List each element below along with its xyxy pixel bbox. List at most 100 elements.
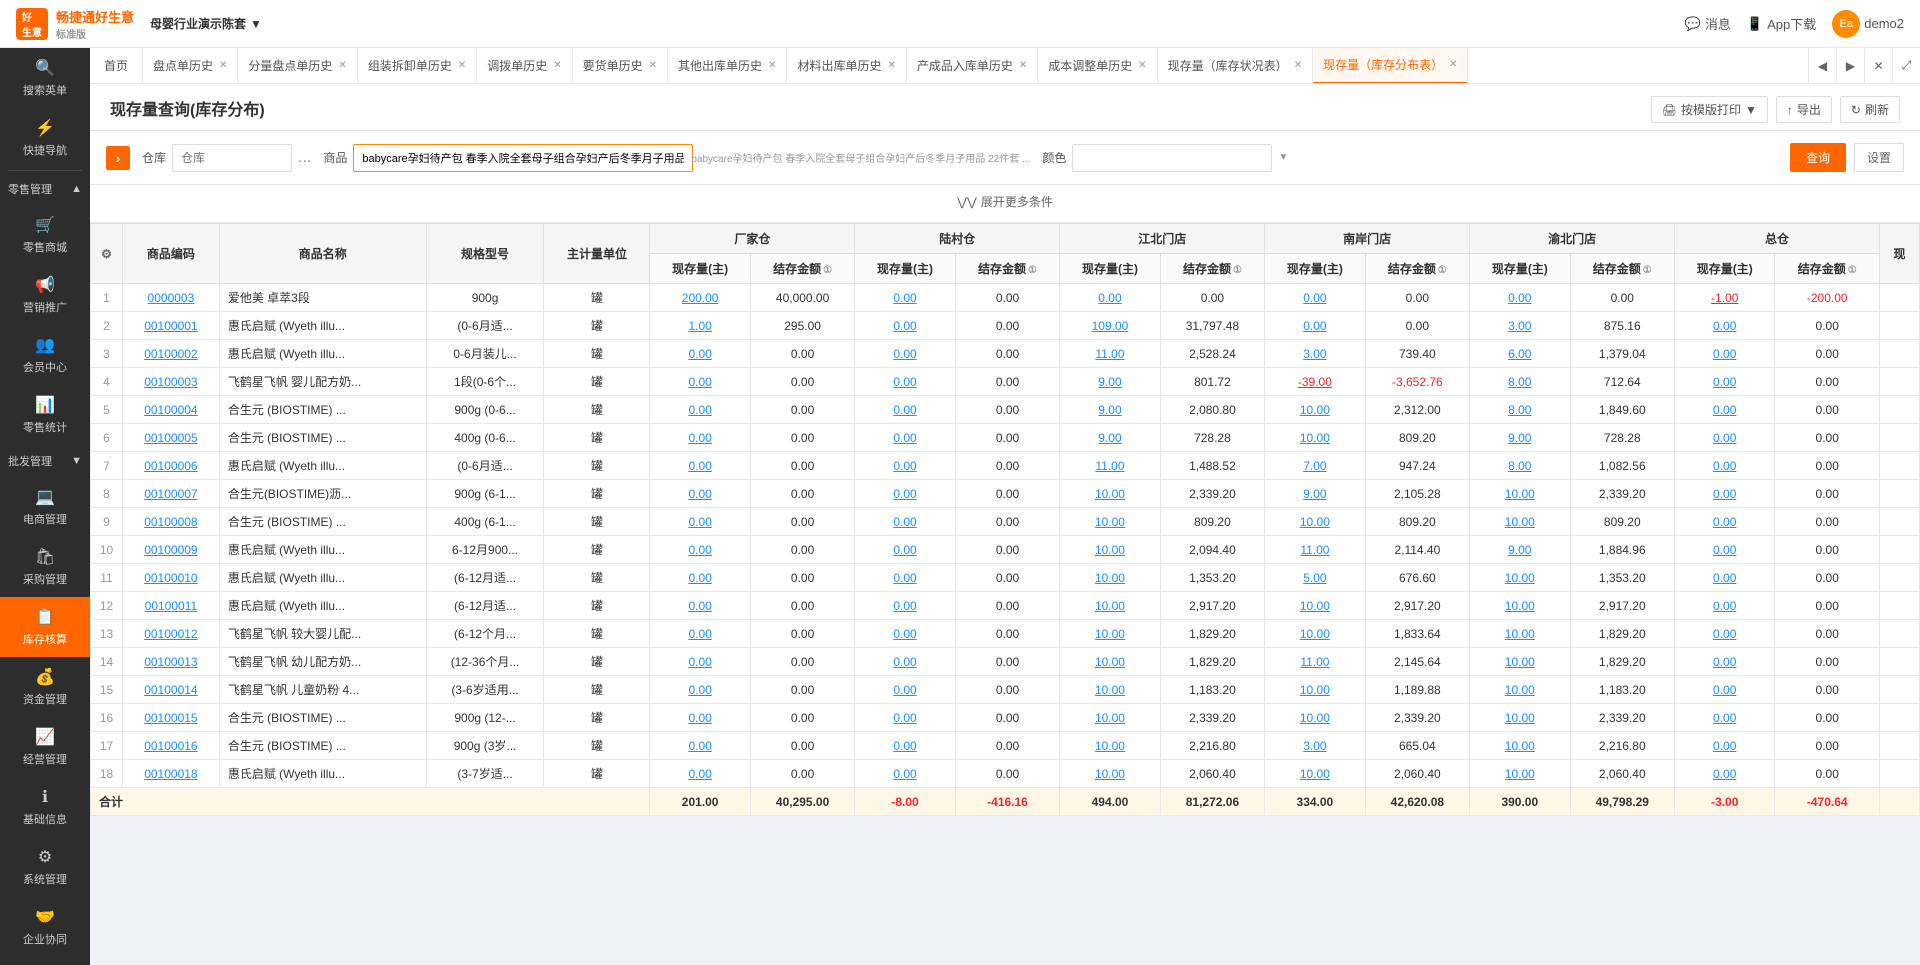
row-yb-qty: 8.00 [1470,396,1570,424]
sidebar-item-retail-stat[interactable]: 📊 零售统计 [0,385,90,445]
code-link[interactable]: 0000003 [148,291,195,305]
tab-close-transfer[interactable]: ✕ [553,60,561,71]
row-unit: 罐 [544,340,650,368]
row-lc-qty: 0.00 [855,732,955,760]
expand-more-btn[interactable]: ⋁⋁ 展开更多条件 [106,189,1904,214]
code-link[interactable]: 00100018 [144,767,197,781]
enterprise-collab-icon: 🤝 [35,907,55,927]
color-input[interactable] [1072,144,1272,172]
code-link[interactable]: 00100011 [145,599,198,613]
lc-amt-info: ① [1028,265,1037,276]
row-yb-qty: 10.00 [1470,480,1570,508]
row-na-amt: 947.24 [1365,452,1470,480]
tab-transfer[interactable]: 调拨单历史 ✕ [477,48,572,84]
tab-close-inventory-dist[interactable]: ✕ [338,60,346,71]
tab-other-out[interactable]: 其他出库单历史 ✕ [668,48,787,84]
sidebar-item-enterprise-collab[interactable]: 🤝 企业协同 [0,897,90,957]
code-link[interactable]: 00100014 [144,683,197,697]
tab-close-all-btn[interactable]: ✕ [1864,48,1892,84]
sidebar-item-finance[interactable]: 💰 资金管理 [0,657,90,717]
settings-btn[interactable]: 设置 [1854,143,1904,172]
tab-cost-adjust[interactable]: 成本调整单历史 ✕ [1038,48,1157,84]
code-link[interactable]: 00100004 [144,403,197,417]
tab-material-out[interactable]: 材料出库单历史 ✕ [787,48,906,84]
row-code: 00100011 [123,592,220,620]
row-fc-amt: 0.00 [750,732,855,760]
user-profile[interactable]: Ea demo2 [1832,10,1904,38]
query-btn[interactable]: 查询 [1790,143,1846,172]
refresh-btn[interactable]: ↻ 刷新 [1840,96,1900,123]
code-link[interactable]: 00100002 [144,347,197,361]
sidebar-item-basic-info[interactable]: ℹ 基础信息 [0,777,90,837]
tab-prev-btn[interactable]: ◀ [1808,48,1836,84]
tab-close-material-out[interactable]: ✕ [887,60,895,71]
gear-icon[interactable]: ⚙ [101,247,112,261]
filter-expand-btn[interactable]: › [106,146,130,170]
tab-close-stock-status[interactable]: ✕ [1294,60,1302,71]
row-na-amt: 2,060.40 [1365,760,1470,788]
code-link[interactable]: 00100006 [144,459,197,473]
row-na-qty: 0.00 [1265,312,1365,340]
row-fc-qty: 0.00 [650,760,750,788]
code-link[interactable]: 00100003 [144,375,197,389]
row-extra [1879,760,1919,788]
tab-inventory-single[interactable]: 盘点单历史 ✕ [143,48,238,84]
sidebar-item-marketing[interactable]: 📢 营销推广 [0,265,90,325]
code-link[interactable]: 00100001 [144,319,197,333]
warehouse-ellipsis: ... [298,149,311,167]
code-link[interactable]: 00100005 [144,431,197,445]
tab-expand-btn[interactable]: ⤢ [1892,48,1920,84]
sidebar-item-member[interactable]: 👥 会员中心 [0,325,90,385]
row-fc-amt: 295.00 [750,312,855,340]
tab-stock-status[interactable]: 现存量（库存状况表） ✕ [1158,48,1313,84]
sidebar-item-wholesale[interactable]: 批发管理 ▼ [0,445,90,477]
tab-home[interactable]: 首页 [90,48,143,84]
sidebar-item-operations[interactable]: 📈 经营管理 [0,717,90,777]
top-bar: 好生意 畅捷通好生意 标准版 母婴行业演示陈套 ▼ 💬 消息 📱 App下载 E… [0,0,1920,48]
sidebar-item-inventory[interactable]: 📋 库存核算 [0,597,90,657]
code-link[interactable]: 00100007 [144,487,197,501]
warehouse-input[interactable] [172,144,292,172]
sidebar-item-system[interactable]: ⚙ 系统管理 [0,837,90,897]
sidebar-item-purchase[interactable]: 🛍 采购管理 [0,537,90,597]
tab-next-btn[interactable]: ▶ [1836,48,1864,84]
tab-close-product-in[interactable]: ✕ [1019,60,1027,71]
code-link[interactable]: 00100015 [144,711,197,725]
message-btn[interactable]: 💬 消息 [1685,14,1731,33]
row-yb-amt: 1,829.20 [1570,620,1675,648]
tab-close-purchase-order[interactable]: ✕ [649,60,657,71]
row-spec: (0-6月适... [426,312,544,340]
code-link[interactable]: 00100016 [144,739,197,753]
tab-close-other-out[interactable]: ✕ [768,60,776,71]
sidebar-item-search[interactable]: 🔍 搜索英单 [0,48,90,108]
print-btn[interactable]: 🖨 按模版打印 ▼ [1651,96,1768,123]
row-jb-qty: 0.00 [1060,284,1160,312]
company-selector[interactable]: 母婴行业演示陈套 ▼ [150,15,262,32]
sidebar-item-ecommerce[interactable]: 💻 电商管理 [0,477,90,537]
sidebar-item-retail-mgmt[interactable]: 零售管理 ▲ [0,173,90,205]
tab-close-inventory-single[interactable]: ✕ [219,60,227,71]
row-jb-amt: 801.72 [1160,368,1265,396]
sidebar-item-retail-shop[interactable]: 🛒 零售商城 [0,205,90,265]
goods-input[interactable] [353,144,693,172]
code-link[interactable]: 00100012 [144,627,197,641]
sidebar-item-quick-nav[interactable]: ⚡ 快捷导航 [0,108,90,168]
tab-close-cost-adjust[interactable]: ✕ [1138,60,1146,71]
export-btn[interactable]: ↑ 导出 [1776,96,1832,123]
code-link[interactable]: 00100009 [144,543,197,557]
tab-inventory-dist[interactable]: 分量盘点单历史 ✕ [238,48,357,84]
row-extra [1879,704,1919,732]
code-link[interactable]: 00100010 [144,571,197,585]
tab-close-assemble[interactable]: ✕ [458,60,466,71]
code-link[interactable]: 00100013 [144,655,197,669]
tab-close-stock-dist[interactable]: ✕ [1449,59,1457,70]
system-icon: ⚙ [38,847,52,867]
tab-product-in[interactable]: 产成品入库单历史 ✕ [907,48,1038,84]
filter-area: › 仓库 ... 商品 babycare孕妇待产包 春季入院全套母子组合孕妇产后… [90,131,1920,185]
sidebar-item-new-guide[interactable]: 🎯 新手引导 [0,957,90,965]
tab-purchase-order[interactable]: 要货单历史 ✕ [573,48,668,84]
app-download-btn[interactable]: 📱 App下载 [1747,14,1816,33]
code-link[interactable]: 00100008 [144,515,197,529]
tab-assemble[interactable]: 组装拆卸单历史 ✕ [358,48,477,84]
tab-stock-dist[interactable]: 现存量（库存分布表） ✕ [1313,48,1468,84]
